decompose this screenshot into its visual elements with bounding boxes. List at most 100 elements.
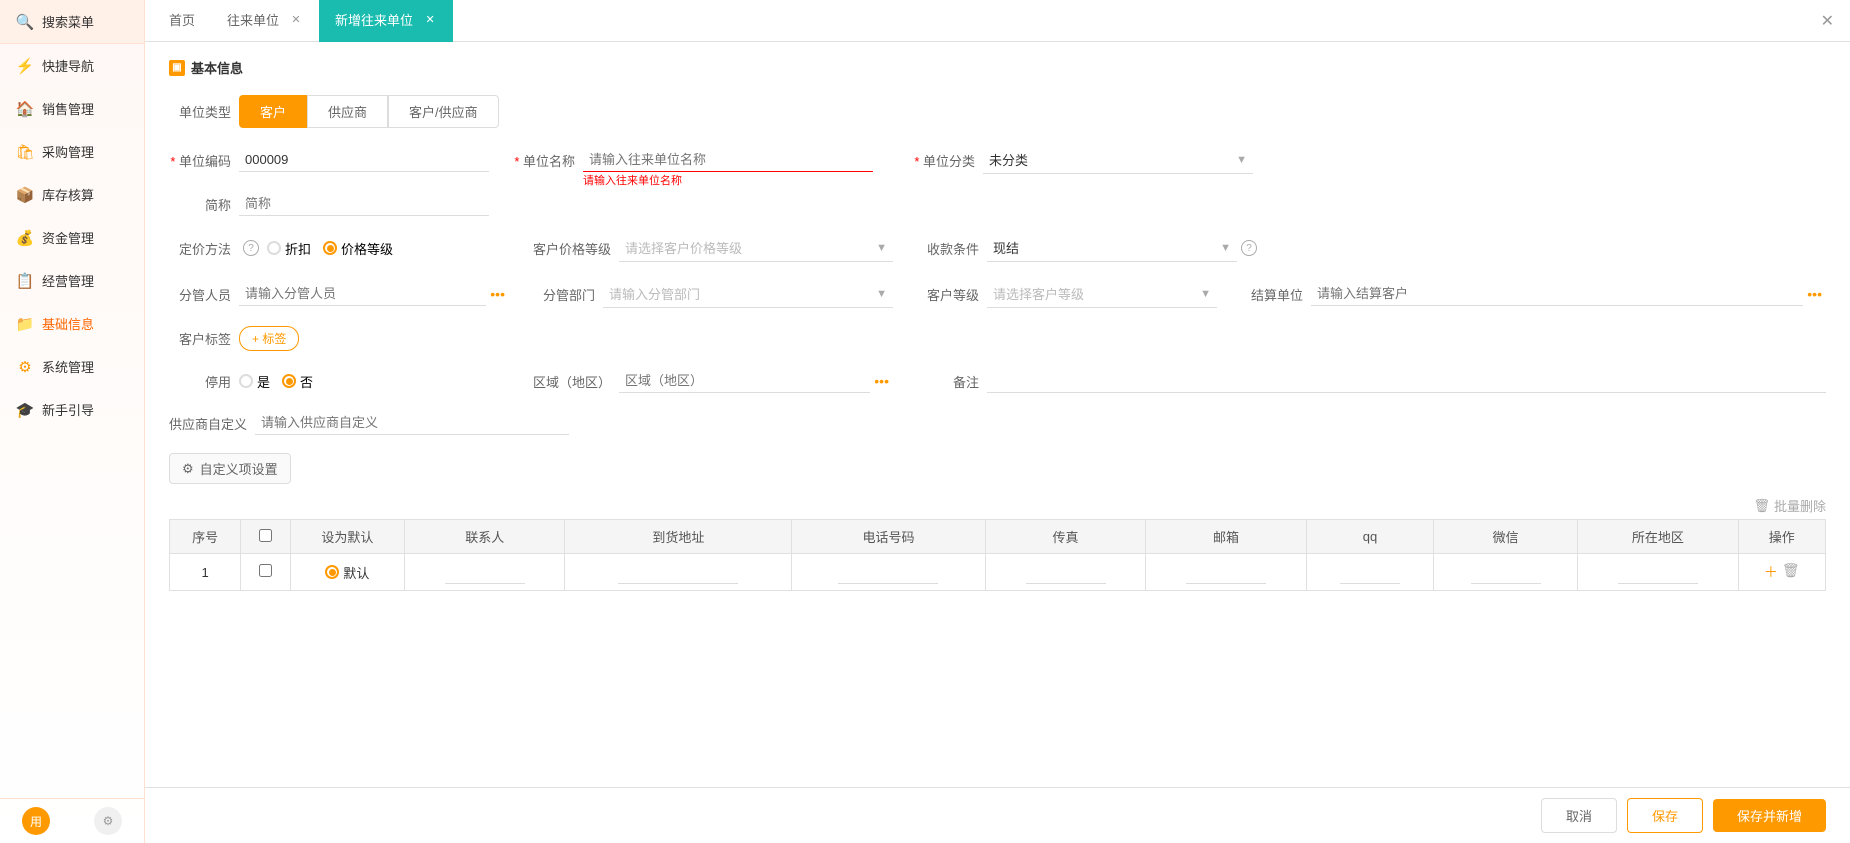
supplier-custom-input[interactable]: [255, 411, 569, 435]
row-contact: [404, 554, 565, 591]
tab-new-unit[interactable]: 新增往来单位 ✕: [319, 0, 453, 42]
finance-icon: 💰: [16, 229, 34, 247]
payment-terms-help-icon[interactable]: ?: [1241, 240, 1257, 256]
pricing-help-icon[interactable]: ?: [243, 240, 259, 256]
abbr-row: 简称: [169, 192, 1826, 216]
sidebar-item-search[interactable]: 🔍 搜索菜单: [0, 0, 144, 44]
unit-code-input[interactable]: [239, 148, 489, 172]
customer-tag-group: 客户标签 + 标签: [169, 326, 1826, 351]
sidebar-item-sales[interactable]: 🏠 销售管理: [0, 87, 144, 130]
row-fax-input[interactable]: [1026, 560, 1106, 584]
custom-settings-button[interactable]: ⚙ 自定义项设置: [169, 453, 291, 484]
sidebar-item-finance[interactable]: 💰 资金管理: [0, 216, 144, 259]
sidebar-item-operations[interactable]: 📋 经营管理: [0, 259, 144, 302]
row-email-input[interactable]: [1186, 560, 1266, 584]
disabled-no-option[interactable]: 否: [282, 372, 313, 391]
tab-home[interactable]: 首页: [153, 0, 211, 42]
disabled-no-radio[interactable]: [282, 374, 296, 388]
cancel-button[interactable]: 取消: [1541, 798, 1617, 833]
col-default: 设为默认: [290, 520, 404, 554]
add-tag-button[interactable]: + 标签: [239, 326, 299, 351]
row-delete-icon[interactable]: 🗑: [1782, 562, 1800, 582]
unit-type-buttons: 客户 供应商 客户/供应商: [239, 95, 499, 128]
row-add-icon[interactable]: ＋: [1764, 562, 1778, 582]
select-all-checkbox[interactable]: [259, 529, 272, 542]
sidebar-item-quicknav[interactable]: ⚡ 快捷导航: [0, 44, 144, 87]
customer-price-level-select[interactable]: 请选择客户价格等级 ▼: [619, 234, 893, 262]
payment-terms-group: 收款条件 现结 ▼ ?: [917, 234, 1257, 262]
remark-input[interactable]: [987, 369, 1826, 393]
row-checkbox[interactable]: [259, 564, 272, 577]
settlement-unit-input-wrapper: [1311, 282, 1803, 306]
row-actions: ＋ 🗑: [1738, 554, 1825, 591]
row-region-input[interactable]: [1618, 560, 1698, 584]
manager-dots-btn[interactable]: •••: [486, 286, 509, 302]
disabled-yes-option[interactable]: 是: [239, 372, 270, 391]
sidebar-bottom: 用 ⚙: [0, 798, 144, 843]
close-trading-units-icon[interactable]: ✕: [289, 13, 303, 27]
pricing-level-option[interactable]: 价格等级: [323, 239, 393, 258]
row-phone: [792, 554, 986, 591]
sidebar-settings-icon[interactable]: ⚙: [94, 807, 122, 835]
tab-home-label: 首页: [169, 10, 195, 29]
row-contact-input[interactable]: [445, 560, 525, 584]
row-phone-input[interactable]: [838, 560, 938, 584]
col-wechat: 微信: [1434, 520, 1578, 554]
region-dots-btn[interactable]: •••: [870, 373, 893, 389]
department-select[interactable]: 请输入分管部门 ▼: [603, 280, 893, 308]
unit-category-select[interactable]: 未分类 ▼: [983, 146, 1253, 174]
type-btn-supplier[interactable]: 供应商: [307, 95, 388, 128]
row-address-input[interactable]: [618, 560, 738, 584]
tab-new-unit-label: 新增往来单位: [335, 10, 413, 29]
user-avatar[interactable]: 用: [22, 807, 50, 835]
sidebar-item-inventory[interactable]: 📦 库存核算: [0, 173, 144, 216]
customer-tag-label: 客户标签: [169, 329, 239, 348]
close-new-unit-icon[interactable]: ✕: [423, 13, 437, 27]
sidebar-item-guide-label: 新手引导: [42, 400, 94, 419]
col-address: 到货地址: [565, 520, 792, 554]
row-fax: [985, 554, 1146, 591]
pricing-discount-option[interactable]: 折扣: [267, 239, 311, 258]
supplier-custom-input-wrapper: [255, 411, 569, 435]
payment-terms-select[interactable]: 现结 ▼: [987, 234, 1237, 262]
settlement-unit-input[interactable]: [1311, 282, 1803, 306]
disabled-yes-radio[interactable]: [239, 374, 253, 388]
batch-delete-label[interactable]: 批量删除: [1774, 496, 1826, 515]
unit-code-group: 单位编码: [169, 148, 489, 172]
table-row: 1 默认: [170, 554, 1826, 591]
unit-name-error: 请输入往来单位名称: [583, 172, 682, 188]
manager-input[interactable]: [239, 282, 486, 306]
pricing-level-radio[interactable]: [323, 241, 337, 255]
customer-price-level-chevron: ▼: [876, 242, 887, 254]
abbr-input-wrapper: [239, 192, 489, 216]
settlement-unit-dots-btn[interactable]: •••: [1803, 286, 1826, 302]
type-btn-customer[interactable]: 客户: [239, 95, 307, 128]
row-wechat-input[interactable]: [1471, 560, 1541, 584]
row-default-radio-item[interactable]: 默认: [299, 563, 396, 582]
unit-name-input[interactable]: [583, 148, 873, 172]
abbr-input[interactable]: [239, 192, 489, 216]
customer-level-select[interactable]: 请选择客户等级 ▼: [987, 280, 1217, 308]
save-button[interactable]: 保存: [1627, 798, 1703, 833]
type-btn-both[interactable]: 客户/供应商: [388, 95, 499, 128]
row-wechat: [1434, 554, 1578, 591]
sidebar-item-basic[interactable]: 📁 基础信息: [0, 302, 144, 345]
col-region: 所在地区: [1578, 520, 1739, 554]
row-qq-input[interactable]: [1340, 560, 1400, 584]
row-default-radio[interactable]: [325, 565, 339, 579]
customer-level-placeholder: 请选择客户等级: [993, 284, 1084, 303]
sidebar-item-guide[interactable]: 🎓 新手引导: [0, 388, 144, 431]
settlement-unit-label: 结算单位: [1241, 285, 1311, 304]
sidebar-item-search-label: 搜索菜单: [42, 12, 94, 31]
batch-delete-icon: 🗑: [1753, 498, 1770, 514]
region-input[interactable]: [619, 369, 870, 393]
supplier-custom-label: 供应商自定义: [169, 414, 255, 433]
pricing-discount-radio[interactable]: [267, 241, 281, 255]
department-group: 分管部门 请输入分管部门 ▼: [533, 280, 893, 308]
col-checkbox: [241, 520, 291, 554]
sidebar-item-purchase[interactable]: 🛍 采购管理: [0, 130, 144, 173]
save-and-new-button[interactable]: 保存并新增: [1713, 799, 1826, 832]
tab-bar-close-button[interactable]: ✕: [1813, 11, 1842, 31]
tab-trading-units[interactable]: 往来单位 ✕: [211, 0, 319, 42]
sidebar-item-system[interactable]: ⚙ 系统管理: [0, 345, 144, 388]
